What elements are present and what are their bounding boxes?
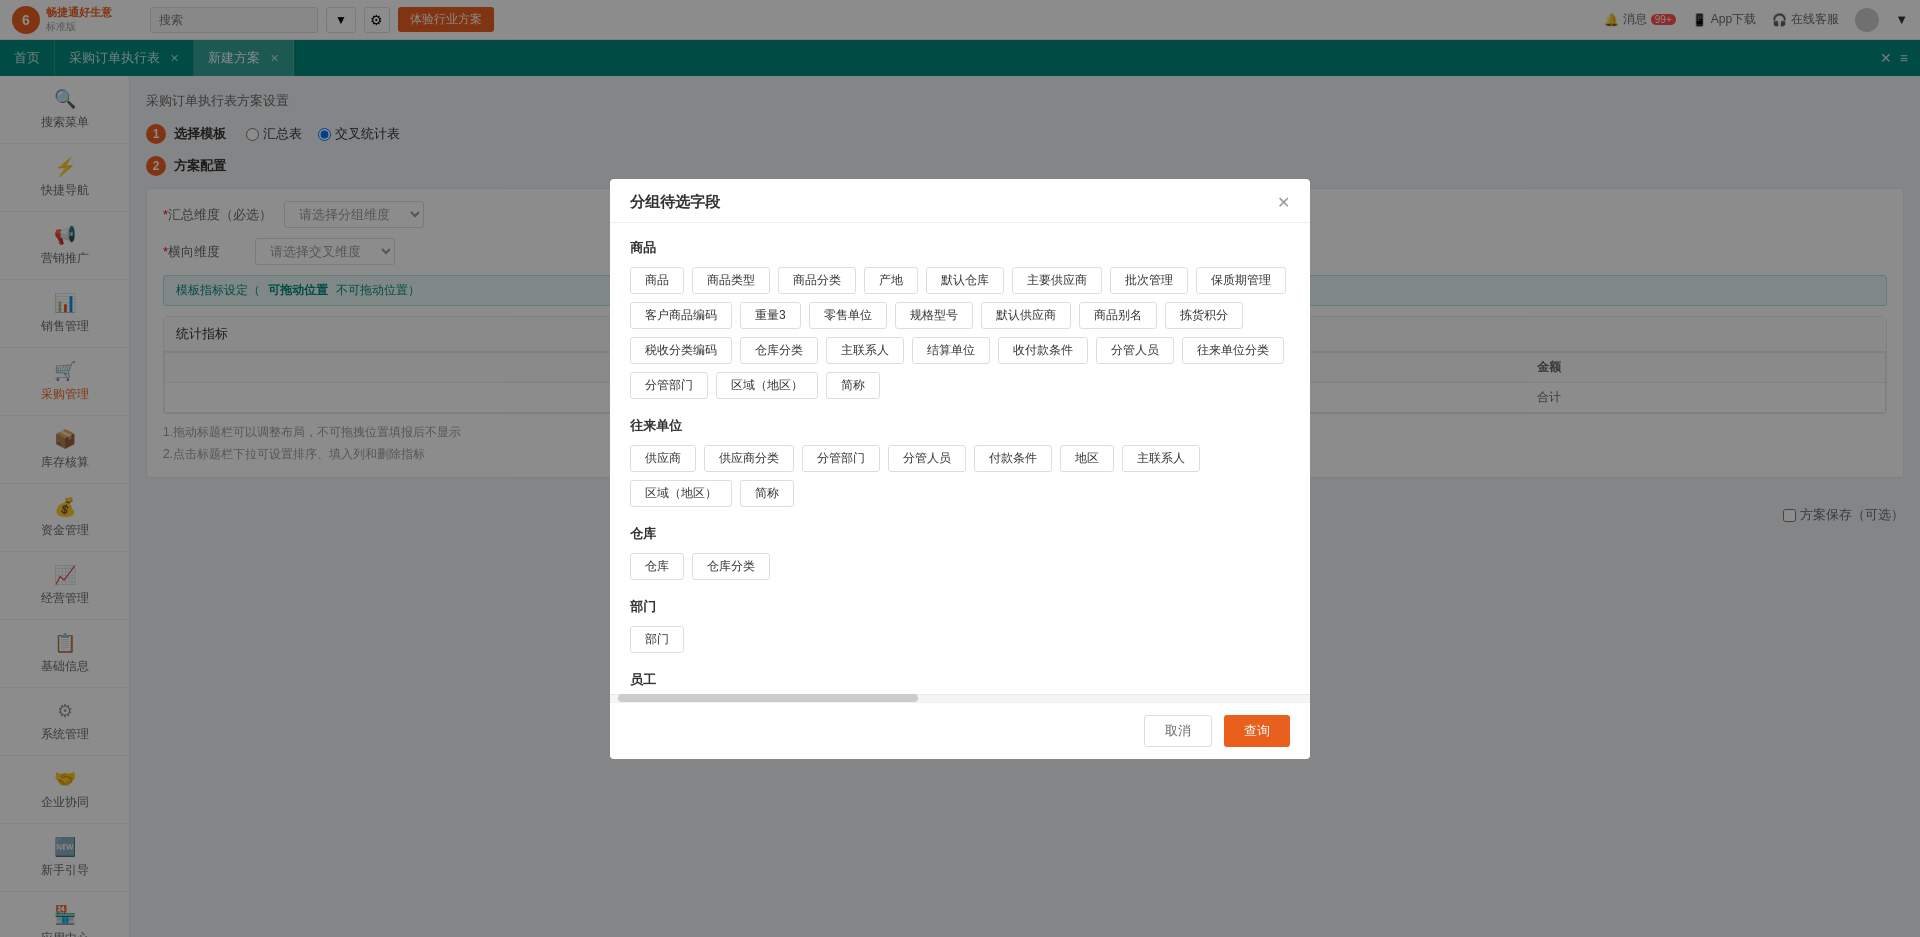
field-group-partner: 往来单位 供应商 供应商分类 分管部门 分管人员 付款条件 地区 主联系人 区域… xyxy=(630,417,1290,507)
field-chip[interactable]: 分管部门 xyxy=(802,445,880,472)
field-chip[interactable]: 结算单位 xyxy=(912,337,990,364)
field-chip[interactable]: 地区 xyxy=(1060,445,1114,472)
field-group-dept: 部门 部门 xyxy=(630,598,1290,653)
field-chip[interactable]: 主要供应商 xyxy=(1012,267,1102,294)
field-chip[interactable]: 付款条件 xyxy=(974,445,1052,472)
field-group-warehouse-title: 仓库 xyxy=(630,525,1290,543)
field-chip[interactable]: 仓库 xyxy=(630,553,684,580)
modal-horizontal-scrollbar[interactable] xyxy=(610,694,1310,702)
field-group-employee: 员工 业务员 xyxy=(630,671,1290,694)
field-chip[interactable]: 重量3 xyxy=(740,302,801,329)
field-chip[interactable]: 主联系人 xyxy=(1122,445,1200,472)
field-chip[interactable]: 分管人员 xyxy=(888,445,966,472)
field-group-employee-title: 员工 xyxy=(630,671,1290,689)
modal-hscrollbar-thumb xyxy=(618,694,918,702)
modal-body: 商品 商品 商品类型 商品分类 产地 默认仓库 主要供应商 批次管理 保质期管理… xyxy=(610,223,1310,694)
field-chip[interactable]: 简称 xyxy=(826,372,880,399)
field-chip[interactable]: 商品 xyxy=(630,267,684,294)
field-chip[interactable]: 规格型号 xyxy=(895,302,973,329)
field-group-partner-title: 往来单位 xyxy=(630,417,1290,435)
field-chips-product: 商品 商品类型 商品分类 产地 默认仓库 主要供应商 批次管理 保质期管理 客户… xyxy=(630,267,1290,399)
field-chip[interactable]: 简称 xyxy=(740,480,794,507)
field-chip[interactable]: 仓库分类 xyxy=(740,337,818,364)
field-group-dept-title: 部门 xyxy=(630,598,1290,616)
field-chip[interactable]: 供应商 xyxy=(630,445,696,472)
modal-title: 分组待选字段 xyxy=(630,193,720,212)
field-chip[interactable]: 税收分类编码 xyxy=(630,337,732,364)
field-chip[interactable]: 收付款条件 xyxy=(998,337,1088,364)
field-group-product: 商品 商品 商品类型 商品分类 产地 默认仓库 主要供应商 批次管理 保质期管理… xyxy=(630,239,1290,399)
field-chip[interactable]: 区域（地区） xyxy=(630,480,732,507)
field-chip[interactable]: 默认供应商 xyxy=(981,302,1071,329)
field-chip[interactable]: 部门 xyxy=(630,626,684,653)
modal-dialog: 分组待选字段 ✕ 商品 商品 商品类型 商品分类 产地 默认仓库 主要供应商 批… xyxy=(610,179,1310,759)
field-chip[interactable]: 仓库分类 xyxy=(692,553,770,580)
field-chip[interactable]: 产地 xyxy=(864,267,918,294)
modal-cancel-button[interactable]: 取消 xyxy=(1144,715,1212,747)
field-chips-warehouse: 仓库 仓库分类 xyxy=(630,553,1290,580)
field-chip[interactable]: 拣货积分 xyxy=(1165,302,1243,329)
modal-confirm-button[interactable]: 查询 xyxy=(1224,715,1290,747)
modal-overlay: 分组待选字段 ✕ 商品 商品 商品类型 商品分类 产地 默认仓库 主要供应商 批… xyxy=(0,0,1920,937)
field-chip[interactable]: 零售单位 xyxy=(809,302,887,329)
field-chip[interactable]: 商品别名 xyxy=(1079,302,1157,329)
field-chip[interactable]: 分管人员 xyxy=(1096,337,1174,364)
field-group-warehouse: 仓库 仓库 仓库分类 xyxy=(630,525,1290,580)
field-chip[interactable]: 默认仓库 xyxy=(926,267,1004,294)
field-chip[interactable]: 供应商分类 xyxy=(704,445,794,472)
field-group-product-title: 商品 xyxy=(630,239,1290,257)
field-chip[interactable]: 批次管理 xyxy=(1110,267,1188,294)
field-chip[interactable]: 往来单位分类 xyxy=(1182,337,1284,364)
field-chip[interactable]: 主联系人 xyxy=(826,337,904,364)
modal-footer: 取消 查询 xyxy=(610,702,1310,759)
field-chip[interactable]: 商品分类 xyxy=(778,267,856,294)
field-chips-dept: 部门 xyxy=(630,626,1290,653)
modal-header: 分组待选字段 ✕ xyxy=(610,179,1310,223)
field-chips-partner: 供应商 供应商分类 分管部门 分管人员 付款条件 地区 主联系人 区域（地区） … xyxy=(630,445,1290,507)
field-chip[interactable]: 商品类型 xyxy=(692,267,770,294)
field-chip[interactable]: 客户商品编码 xyxy=(630,302,732,329)
field-chip[interactable]: 区域（地区） xyxy=(716,372,818,399)
modal-close-button[interactable]: ✕ xyxy=(1277,193,1290,212)
field-chip[interactable]: 分管部门 xyxy=(630,372,708,399)
field-chip[interactable]: 保质期管理 xyxy=(1196,267,1286,294)
